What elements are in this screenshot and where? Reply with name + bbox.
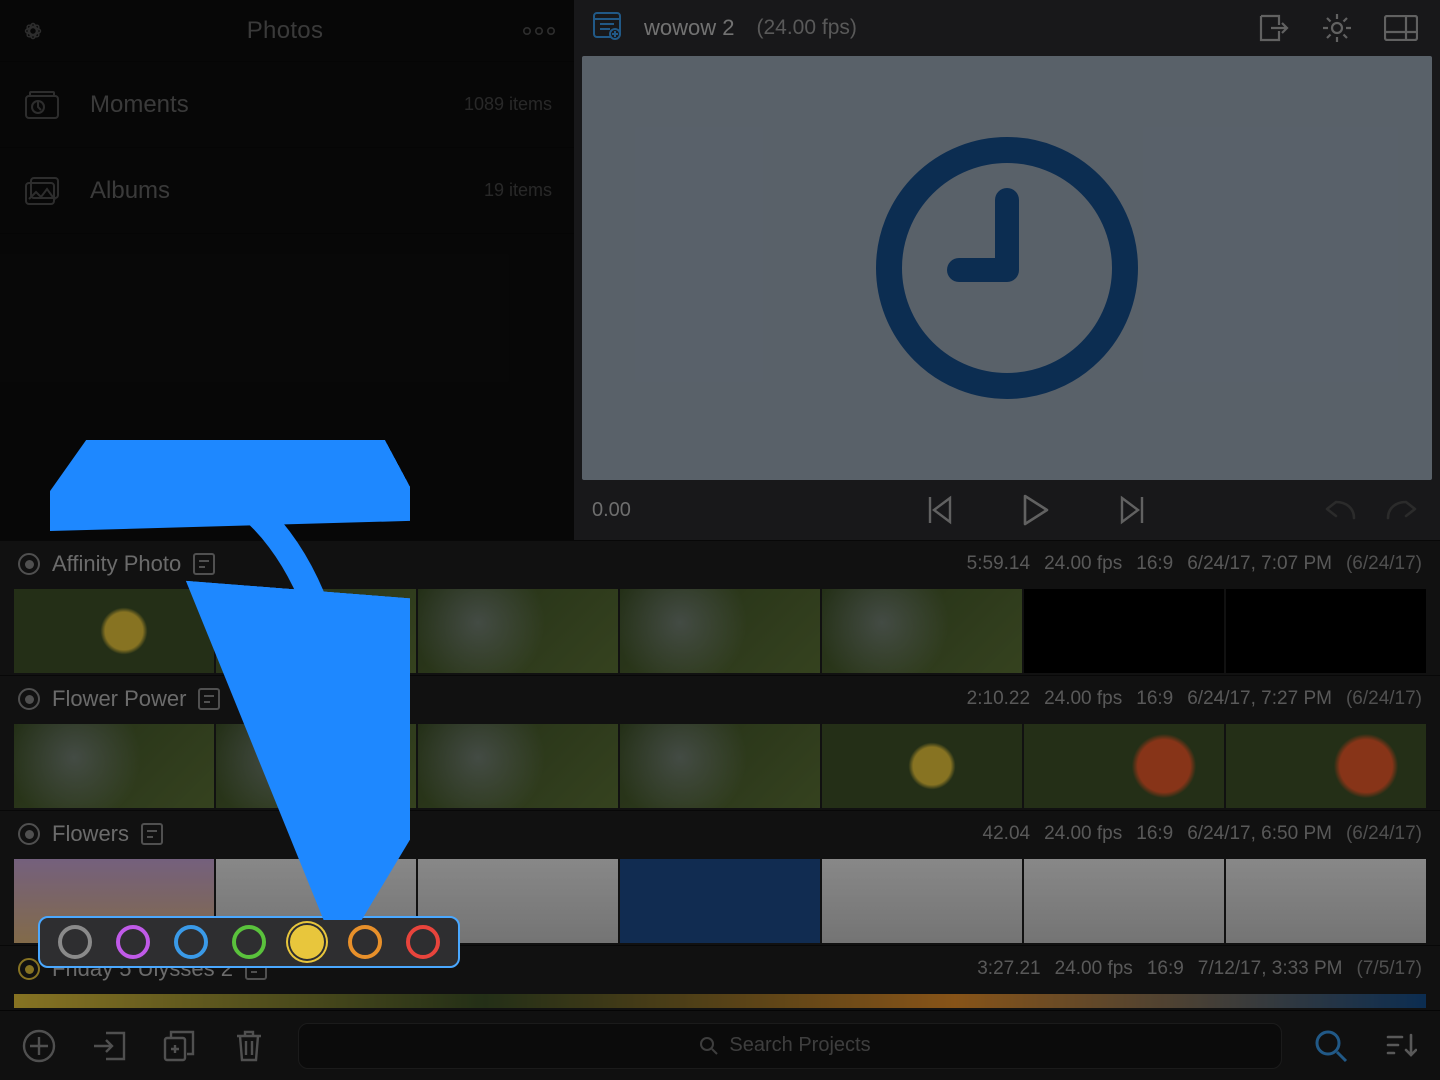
- tag-dot-icon[interactable]: [18, 688, 40, 710]
- prev-button[interactable]: [920, 490, 960, 530]
- project-thumbnails[interactable]: [0, 992, 1440, 1010]
- bottom-toolbar: Search Projects: [0, 1010, 1440, 1080]
- tag-color-orange[interactable]: [348, 925, 382, 959]
- tag-color-green[interactable]: [232, 925, 266, 959]
- project-name: Flower Power: [52, 686, 186, 712]
- project-row[interactable]: Affinity Photo 5:59.14 24.00 fps 16:9 6/…: [0, 540, 1440, 675]
- sidebar-item-count: 19 items: [484, 180, 552, 201]
- play-button[interactable]: [1016, 490, 1056, 530]
- preview-panel: wowow 2 (24.00 fps): [574, 0, 1440, 540]
- note-icon[interactable]: [198, 688, 220, 710]
- tag-dot-icon[interactable]: [18, 553, 40, 575]
- trash-button[interactable]: [228, 1025, 270, 1067]
- project-badge-icon: [592, 11, 622, 46]
- sidebar-item-albums[interactable]: Albums 19 items: [0, 148, 574, 234]
- timecode: 0.00: [592, 499, 752, 522]
- add-button[interactable]: [18, 1025, 60, 1067]
- next-button[interactable]: [1112, 490, 1152, 530]
- preview-header: wowow 2 (24.00 fps): [574, 0, 1440, 56]
- import-button[interactable]: [88, 1025, 130, 1067]
- tag-color-picker: [38, 916, 460, 968]
- project-meta: 2:10.22 24.00 fps 16:9 6/24/17, 7:27 PM …: [967, 688, 1422, 710]
- preview-canvas[interactable]: [582, 56, 1432, 480]
- sidebar-title: Photos: [247, 17, 324, 45]
- project-meta: 42.04 24.00 fps 16:9 6/24/17, 6:50 PM (6…: [983, 823, 1422, 845]
- settings-button[interactable]: [1316, 7, 1358, 49]
- project-thumbnails[interactable]: [0, 722, 1440, 810]
- duplicate-button[interactable]: [158, 1025, 200, 1067]
- preview-fps: (24.00 fps): [756, 16, 856, 40]
- tag-color-yellow[interactable]: [290, 925, 324, 959]
- export-button[interactable]: [1252, 7, 1294, 49]
- tag-color-red[interactable]: [406, 925, 440, 959]
- project-row[interactable]: Flower Power 2:10.22 24.00 fps 16:9 6/24…: [0, 675, 1440, 810]
- project-name: Flowers: [52, 821, 129, 847]
- undo-button[interactable]: [1320, 490, 1360, 530]
- sidebar-item-count: 1089 items: [464, 94, 552, 115]
- sidebar-item-label: Moments: [90, 91, 436, 119]
- albums-icon: [22, 177, 62, 205]
- tag-color-blue[interactable]: [174, 925, 208, 959]
- project-meta: 3:27.21 24.00 fps 16:9 7/12/17, 3:33 PM …: [977, 958, 1422, 980]
- project-thumbnails[interactable]: [0, 587, 1440, 675]
- sidebar-item-label: Albums: [90, 177, 456, 205]
- layout-button[interactable]: [1380, 7, 1422, 49]
- transport-bar: 0.00: [574, 480, 1440, 540]
- sidebar: Photos Moments 1089 items: [0, 0, 574, 540]
- search-field[interactable]: Search Projects: [298, 1023, 1282, 1069]
- search-button[interactable]: [1310, 1025, 1352, 1067]
- tag-dot-icon[interactable]: [18, 958, 40, 980]
- search-placeholder: Search Projects: [729, 1034, 870, 1057]
- redo-button[interactable]: [1382, 490, 1422, 530]
- tag-color-purple[interactable]: [116, 925, 150, 959]
- project-meta: 5:59.14 24.00 fps 16:9 6/24/17, 7:07 PM …: [967, 553, 1422, 575]
- project-name: Affinity Photo: [52, 551, 181, 577]
- tag-dot-icon[interactable]: [18, 823, 40, 845]
- sidebar-header: Photos: [0, 0, 574, 62]
- sort-button[interactable]: [1380, 1025, 1422, 1067]
- preview-title: wowow 2: [644, 15, 734, 41]
- photos-app-icon: [18, 16, 48, 46]
- clock-placeholder-icon: [867, 128, 1147, 408]
- moments-icon: [22, 91, 62, 119]
- tag-color-gray[interactable]: [58, 925, 92, 959]
- note-icon[interactable]: [193, 553, 215, 575]
- more-icon[interactable]: [522, 26, 556, 36]
- sidebar-item-moments[interactable]: Moments 1089 items: [0, 62, 574, 148]
- note-icon[interactable]: [141, 823, 163, 845]
